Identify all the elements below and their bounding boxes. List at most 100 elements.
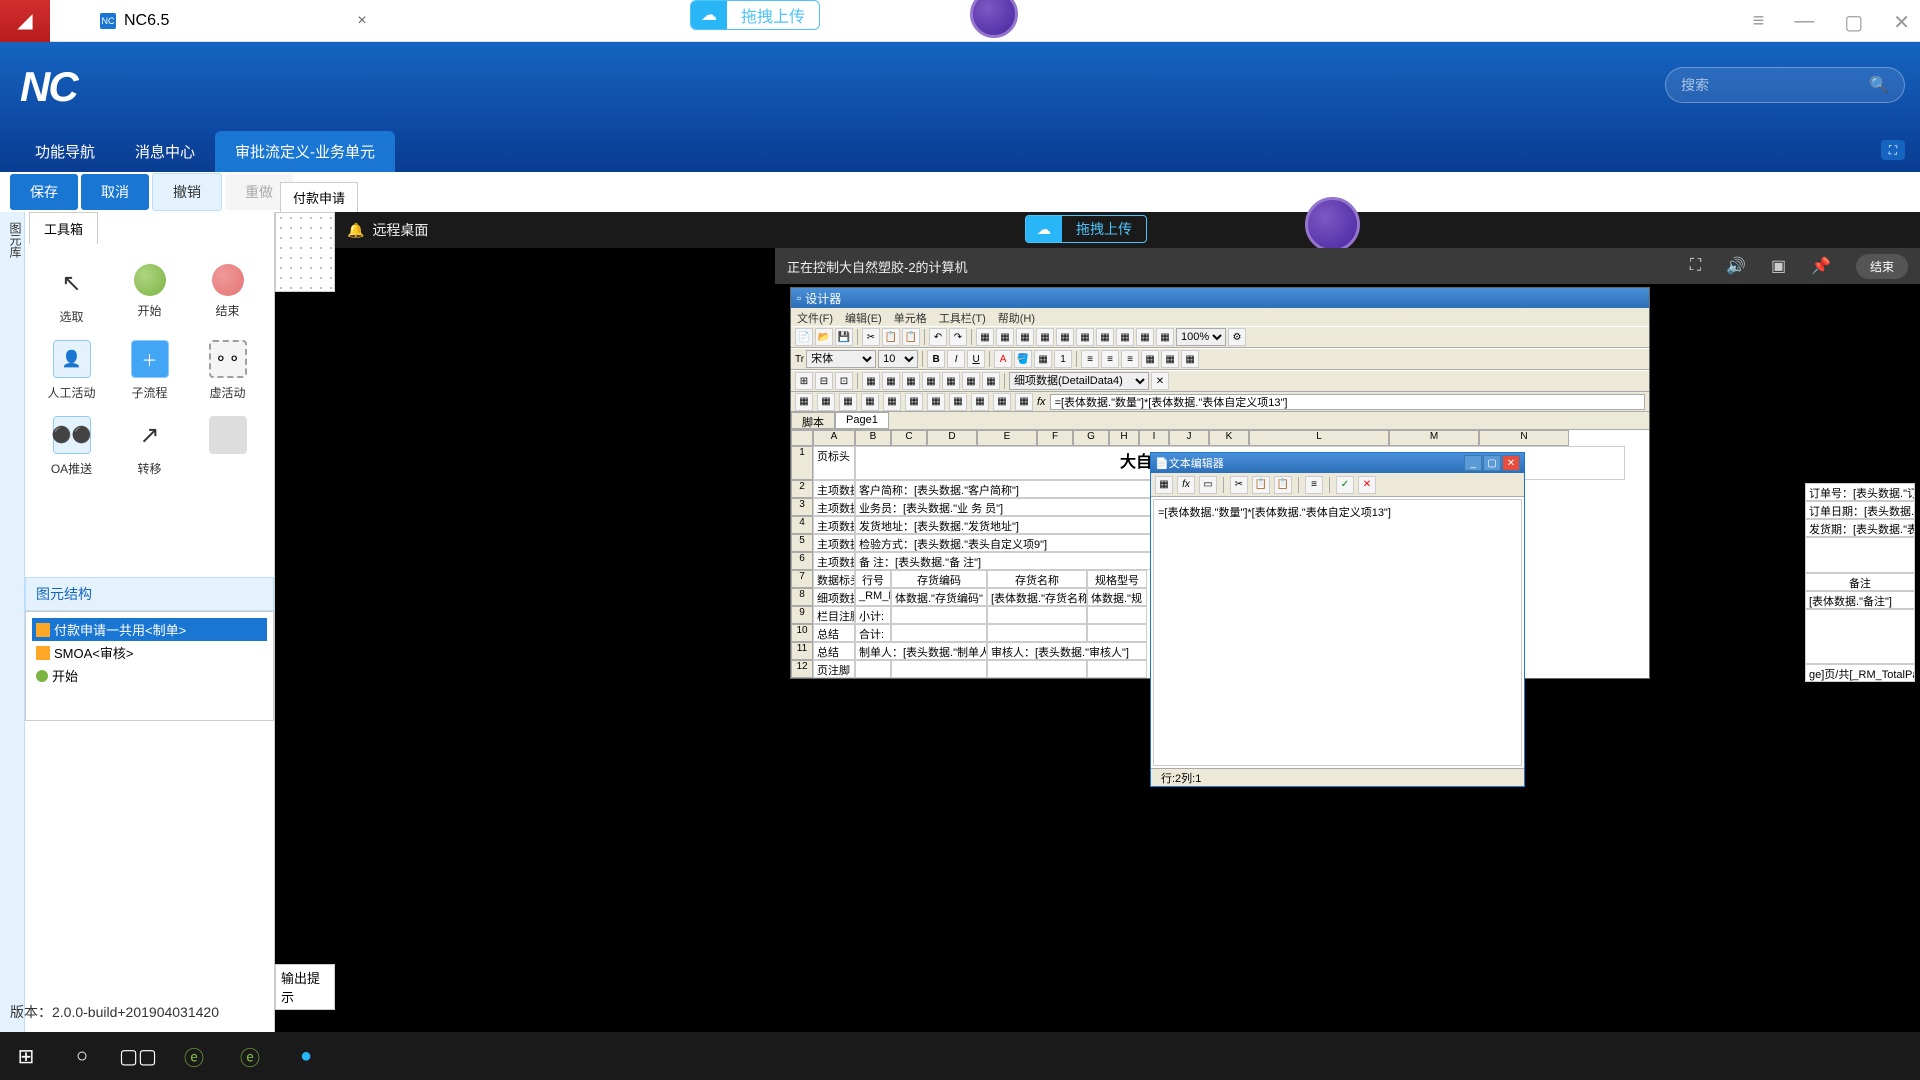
tb-icon[interactable]: ▦ bbox=[1156, 328, 1174, 346]
tool-virtual[interactable]: ⚬⚬ 虚活动 bbox=[196, 340, 259, 401]
sidebar-collapsed[interactable]: 图元库 bbox=[0, 212, 25, 1080]
font-name-select[interactable]: 宋体 bbox=[806, 350, 876, 368]
dot-canvas[interactable] bbox=[275, 212, 335, 292]
tb-icon[interactable]: ▦ bbox=[993, 393, 1011, 411]
close-icon[interactable]: ✕ bbox=[1502, 455, 1520, 471]
tab-workflow[interactable]: 审批流定义-业务单元 bbox=[215, 131, 395, 172]
search-box[interactable]: 🔍 bbox=[1665, 67, 1905, 103]
menu-icon[interactable]: ≡ bbox=[1753, 10, 1765, 35]
undo-button[interactable]: 撤销 bbox=[152, 173, 222, 211]
tb-icon[interactable]: ▦ bbox=[1076, 328, 1094, 346]
tab-script[interactable]: 脚本 bbox=[791, 412, 835, 429]
tb-icon[interactable]: ▦ bbox=[882, 372, 900, 390]
tb-icon[interactable]: ▦ bbox=[982, 372, 1000, 390]
tb-icon[interactable]: ▦ bbox=[862, 372, 880, 390]
menu-cell[interactable]: 单元格 bbox=[894, 310, 927, 324]
tool-subprocess[interactable]: ＋ 子流程 bbox=[118, 340, 181, 401]
tb-icon[interactable]: ▦ bbox=[1141, 350, 1159, 368]
maximize-icon[interactable]: ▢ bbox=[1483, 455, 1501, 471]
tb-icon[interactable]: ▦ bbox=[1136, 328, 1154, 346]
tb-icon[interactable]: ⚙ bbox=[1228, 328, 1246, 346]
bold-icon[interactable]: B bbox=[927, 350, 945, 368]
tb-icon[interactable]: ▦ bbox=[1096, 328, 1114, 346]
close-icon[interactable]: ✕ bbox=[1893, 10, 1910, 35]
datasource-select[interactable]: 细项数据(DetailData4) bbox=[1009, 372, 1149, 390]
minimize-icon[interactable]: — bbox=[1794, 10, 1814, 35]
font-size-select[interactable]: 10 bbox=[878, 350, 918, 368]
tb-icon[interactable]: ▦ bbox=[927, 393, 945, 411]
copy-icon[interactable]: 📋 bbox=[882, 328, 900, 346]
sound-icon[interactable]: 🔊 bbox=[1726, 256, 1746, 276]
taskview-icon[interactable]: ▢▢ bbox=[120, 1038, 156, 1074]
upload-pill[interactable]: ☁ 拖拽上传 bbox=[690, 0, 820, 30]
tb-icon[interactable]: ▦ bbox=[883, 393, 901, 411]
tool-select[interactable]: ↖ 选取 bbox=[40, 264, 103, 325]
purple-orb-icon[interactable] bbox=[1305, 197, 1360, 252]
tb-icon[interactable]: ▦ bbox=[905, 393, 923, 411]
browser-tab[interactable]: NC NC6.5 × bbox=[80, 4, 387, 38]
menu-toolbar[interactable]: 工具栏(T) bbox=[939, 310, 986, 324]
tb-icon[interactable]: ⊡ bbox=[835, 372, 853, 390]
paste-icon[interactable]: 📋 bbox=[902, 328, 920, 346]
tb-icon[interactable]: ▦ bbox=[1181, 350, 1199, 368]
fill-icon[interactable]: 🪣 bbox=[1014, 350, 1032, 368]
cancel-icon[interactable]: ✕ bbox=[1358, 476, 1376, 494]
tb-icon[interactable]: ⊟ bbox=[815, 372, 833, 390]
toolbox-tab[interactable]: 工具箱 bbox=[29, 212, 98, 244]
color-icon[interactable]: A bbox=[994, 350, 1012, 368]
search-icon[interactable]: 🔍 bbox=[1869, 75, 1889, 95]
tb-icon[interactable]: ▦ bbox=[1161, 350, 1179, 368]
tb-icon[interactable]: ▦ bbox=[902, 372, 920, 390]
underline-icon[interactable]: U bbox=[967, 350, 985, 368]
cortana-icon[interactable]: ○ bbox=[64, 1038, 100, 1074]
output-hint[interactable]: 输出提示 bbox=[275, 964, 335, 1010]
tb-icon[interactable]: 1 bbox=[1054, 350, 1072, 368]
zoom-select[interactable]: 100% bbox=[1176, 328, 1226, 346]
menu-file[interactable]: 文件(F) bbox=[797, 310, 833, 324]
tb-icon[interactable]: ✕ bbox=[1151, 372, 1169, 390]
tb-icon[interactable]: ▦ bbox=[996, 328, 1014, 346]
cut-icon[interactable]: ✂ bbox=[862, 328, 880, 346]
new-icon[interactable]: 📄 bbox=[795, 328, 813, 346]
fullscreen-icon[interactable]: ⛶ bbox=[1690, 257, 1701, 275]
align-right-icon[interactable]: ≡ bbox=[1121, 350, 1139, 368]
paste-icon[interactable]: 📋 bbox=[1274, 476, 1292, 494]
upload-pill-remote[interactable]: ☁ 拖拽上传 bbox=[1025, 215, 1147, 243]
tab-close-icon[interactable]: × bbox=[357, 12, 366, 30]
tb-icon[interactable]: ▭ bbox=[1199, 476, 1217, 494]
tool-oa[interactable]: ⚫⚫ OA推送 bbox=[40, 416, 103, 477]
expand-icon[interactable]: ⛶ bbox=[1881, 140, 1905, 160]
fx-icon[interactable]: fx bbox=[1177, 476, 1195, 494]
browser-icon[interactable]: ⓔ bbox=[176, 1038, 212, 1074]
tb-icon[interactable]: ▦ bbox=[1015, 393, 1033, 411]
tab-msg[interactable]: 消息中心 bbox=[115, 131, 215, 172]
end-button[interactable]: 结束 bbox=[1856, 254, 1908, 279]
tb-icon[interactable]: ▦ bbox=[976, 328, 994, 346]
tree-item-1[interactable]: 付款申请一共用<制单> bbox=[32, 618, 267, 641]
pin-icon[interactable]: 📌 bbox=[1811, 256, 1831, 276]
cancel-button[interactable]: 取消 bbox=[81, 174, 149, 210]
tb-icon[interactable]: ▦ bbox=[1155, 476, 1173, 494]
tb-icon[interactable]: ▦ bbox=[1036, 328, 1054, 346]
open-icon[interactable]: 📂 bbox=[815, 328, 833, 346]
list-icon[interactable]: ≡ bbox=[1305, 476, 1323, 494]
cut-icon[interactable]: ✂ bbox=[1230, 476, 1248, 494]
te-textarea[interactable]: =[表体数据."数量"]*[表体数据."表体自定义项13"] bbox=[1153, 499, 1522, 766]
tab-page1[interactable]: Page1 bbox=[835, 412, 889, 429]
ok-icon[interactable]: ✓ bbox=[1336, 476, 1354, 494]
tool-transfer[interactable]: ↗ 转移 bbox=[118, 416, 181, 477]
screen-icon[interactable]: ▣ bbox=[1771, 256, 1786, 276]
tb-icon[interactable]: ▦ bbox=[1056, 328, 1074, 346]
border-icon[interactable]: ▦ bbox=[1034, 350, 1052, 368]
tb-icon[interactable]: ▦ bbox=[795, 393, 813, 411]
tab-nav[interactable]: 功能导航 bbox=[15, 131, 115, 172]
maximize-icon[interactable]: ▢ bbox=[1844, 10, 1863, 35]
app-icon[interactable]: ● bbox=[288, 1038, 324, 1074]
italic-icon[interactable]: I bbox=[947, 350, 965, 368]
te-titlebar[interactable]: 📄 文本编辑器 _ ▢ ✕ bbox=[1151, 453, 1524, 473]
tb-icon[interactable]: ▦ bbox=[949, 393, 967, 411]
tool-start[interactable]: 开始 bbox=[118, 264, 181, 325]
canvas-tab[interactable]: 付款申请 bbox=[280, 182, 358, 213]
undo-icon[interactable]: ↶ bbox=[929, 328, 947, 346]
tree-item-2[interactable]: SMOA<审核> bbox=[32, 641, 267, 664]
